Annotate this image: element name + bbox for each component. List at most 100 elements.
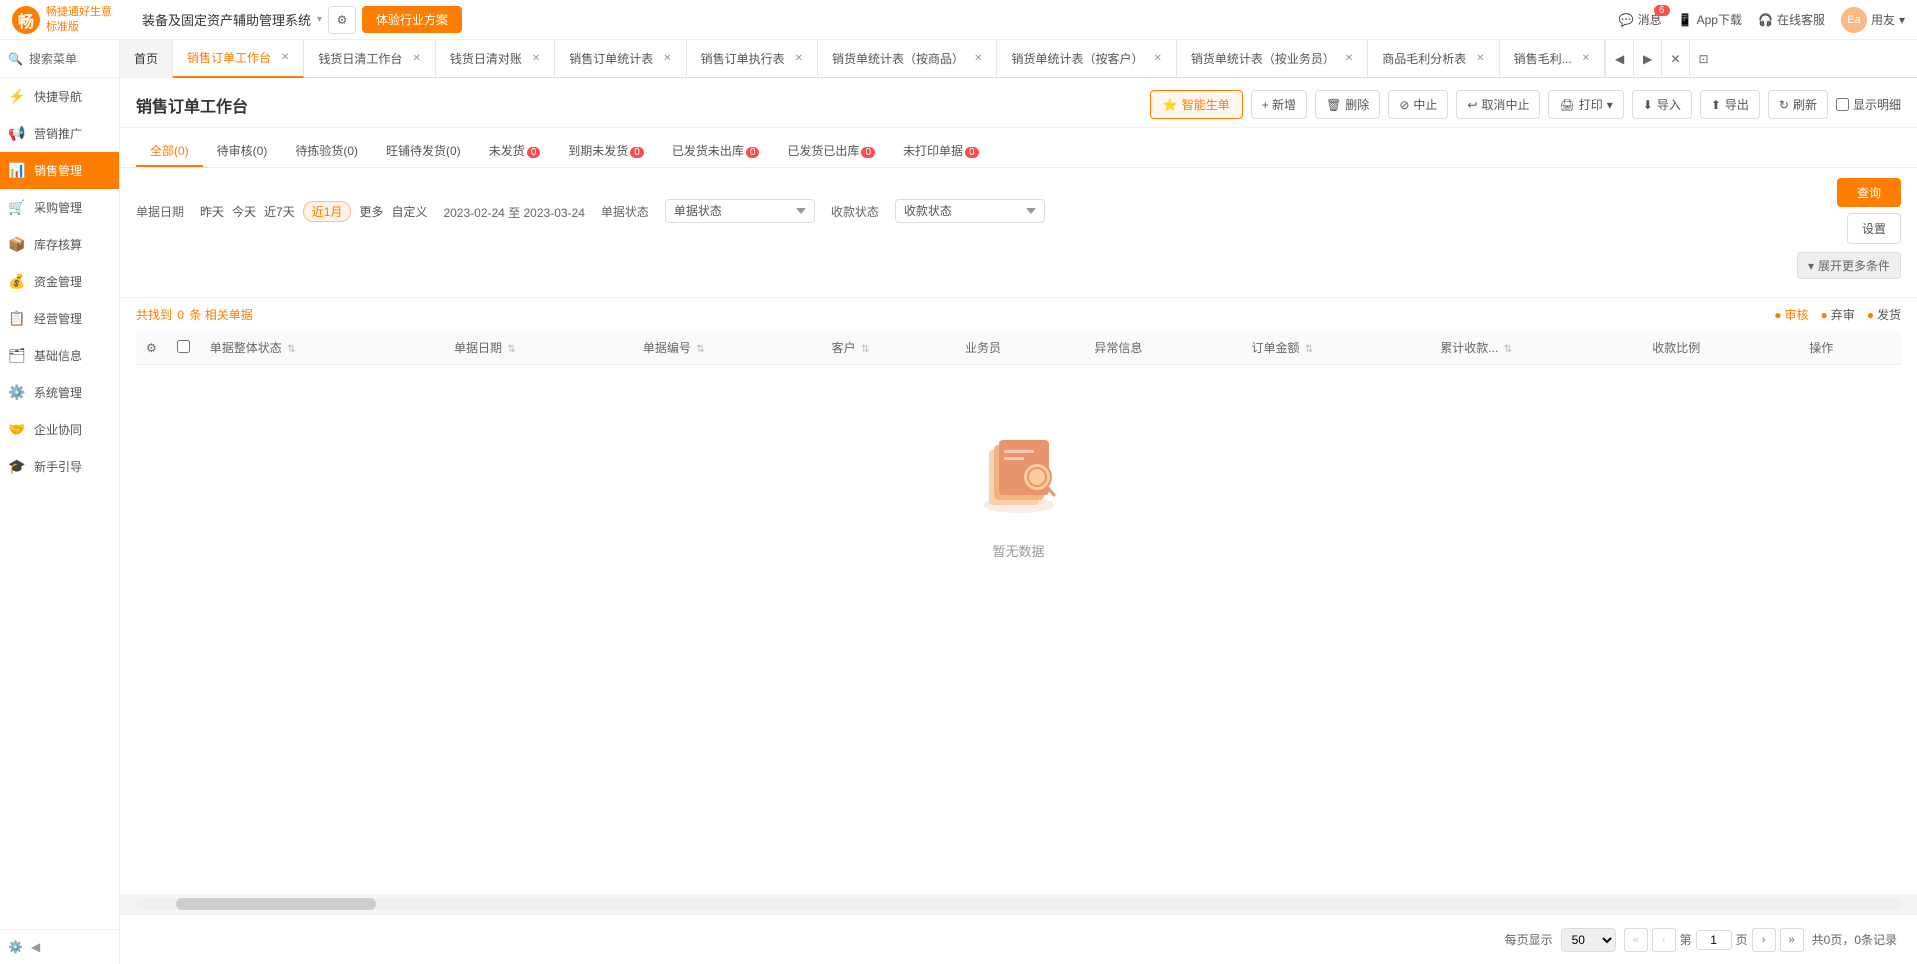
scroll-thumb[interactable] (176, 898, 376, 910)
sub-tab-pending-review[interactable]: 待审核(0) (203, 136, 282, 167)
tab-order-stats[interactable]: 销售订单统计表 ✕ (555, 40, 686, 78)
sort-amount-icon[interactable]: ⇅ (1305, 344, 1313, 355)
th-checkbox[interactable] (167, 331, 200, 365)
tab-order-exec[interactable]: 销售订单执行表 ✕ (687, 40, 818, 78)
first-page-button[interactable]: « (1624, 928, 1648, 952)
sort-status-icon[interactable]: ⇅ (287, 344, 295, 355)
cancel-audit-button[interactable]: ● 弃审 (1820, 306, 1854, 323)
user-item[interactable]: Ea 用友 ▾ (1841, 7, 1905, 33)
date-opt-7days[interactable]: 近7天 (264, 203, 295, 220)
refresh-button[interactable]: ↻ 刷新 (1768, 90, 1828, 119)
settings-icon[interactable]: ⚙ (328, 6, 356, 34)
delete-button[interactable]: 🗑 删除 (1315, 90, 1380, 119)
import-button[interactable]: ⬇ 导入 (1632, 90, 1692, 119)
new-button[interactable]: + 新增 (1251, 90, 1307, 119)
sidebar-item-guide[interactable]: 🎓 新手引导 (0, 448, 119, 485)
dropdown-arrow-icon[interactable]: ▾ (317, 14, 322, 25)
status-filter-select[interactable]: 单据状态 (665, 199, 815, 223)
sidebar-item-marketing[interactable]: 📢 营销推广 (0, 115, 119, 152)
sidebar-item-finance[interactable]: 💰 资金管理 (0, 263, 119, 300)
last-page-button[interactable]: » (1780, 928, 1804, 952)
tab-order-exec-close[interactable]: ✕ (795, 53, 803, 64)
show-detail-checkbox[interactable] (1836, 98, 1849, 111)
tab-sales-customer[interactable]: 销货单统计表（按客户） ✕ (997, 40, 1176, 78)
sidebar-item-sales[interactable]: 📊 销售管理 (0, 152, 119, 189)
app-download-item[interactable]: 📱 App下载 (1678, 11, 1742, 28)
sub-tab-pending-check[interactable]: 待拣验货(0) (281, 136, 372, 167)
audit-button[interactable]: ● 审核 (1774, 306, 1808, 323)
date-opt-today[interactable]: 今天 (232, 203, 256, 220)
expand-filter-button[interactable]: ▾ 展开更多条件 (1797, 252, 1901, 279)
date-opt-yesterday[interactable]: 昨天 (200, 203, 224, 220)
stop-button[interactable]: ⊘ 中止 (1388, 90, 1448, 119)
tab-home[interactable]: 首页 (120, 40, 173, 78)
sort-customer-icon[interactable]: ⇅ (861, 344, 869, 355)
tab-gross-margin[interactable]: 商品毛利分析表 ✕ (1368, 40, 1499, 78)
tab-daily-clear-close[interactable]: ✕ (412, 53, 420, 64)
tab-close-all-btn[interactable]: ✕ (1661, 40, 1689, 78)
sub-tab-all[interactable]: 全部(0) (136, 136, 203, 167)
horizontal-scrollbar[interactable] (136, 898, 1901, 910)
th-no-label: 单据编号 (643, 341, 691, 355)
tab-sales-staff[interactable]: 销货单统计表（按业务员） ✕ (1177, 40, 1368, 78)
sub-tab-not-shipped[interactable]: 未发货0 (475, 136, 555, 167)
smart-generate-button[interactable]: ⭐ 智能生单 (1150, 90, 1243, 119)
sidebar-item-quick-nav[interactable]: ⚡ 快捷导航 (0, 78, 119, 115)
sub-tab-overdue[interactable]: 到期未发货0 (554, 136, 658, 167)
sort-date-icon[interactable]: ⇅ (507, 344, 515, 355)
sidebar-item-enterprise[interactable]: 🤝 企业协同 (0, 411, 119, 448)
page-input[interactable] (1696, 930, 1732, 950)
tab-sales-workbench[interactable]: 销售订单工作台 ✕ (173, 40, 304, 78)
tab-sales-gross[interactable]: 销售毛利... ✕ (1500, 40, 1605, 78)
tab-prev-btn[interactable]: ◀ (1605, 40, 1633, 78)
sub-tab-not-printed[interactable]: 未打印单据0 (889, 136, 993, 167)
query-button[interactable]: 查询 (1837, 178, 1901, 207)
th-gear[interactable]: ⚙ (136, 331, 167, 365)
select-all-checkbox[interactable] (177, 340, 190, 353)
sidebar-item-purchase[interactable]: 🛒 采购管理 (0, 189, 119, 226)
online-service-item[interactable]: 🎧 在线客服 (1758, 11, 1825, 28)
sub-tab-shipped-out[interactable]: 已发货已出库0 (773, 136, 889, 167)
tab-expand-btn[interactable]: ⊡ (1689, 40, 1717, 78)
tab-next-btn[interactable]: ▶ (1633, 40, 1661, 78)
tab-sales-product[interactable]: 销货单统计表（按商品） ✕ (818, 40, 997, 78)
data-table: ⚙ 单据整体状态 ⇅ 单据日期 ⇅ (136, 331, 1901, 365)
deliver-button[interactable]: ● 发货 (1867, 306, 1901, 323)
tab-sales-staff-close[interactable]: ✕ (1345, 53, 1353, 64)
print-button[interactable]: 🖨 打印 ▾ (1548, 90, 1623, 119)
sort-no-icon[interactable]: ⇅ (696, 344, 704, 355)
date-opt-1month[interactable]: 近1月 (303, 201, 352, 222)
trial-button[interactable]: 体验行业方案 (362, 6, 462, 33)
tab-sales-product-close[interactable]: ✕ (974, 53, 982, 64)
page-size-select[interactable]: 50 10 20 100 (1561, 928, 1616, 952)
payment-filter-select[interactable]: 收款状态 (895, 199, 1045, 223)
date-opt-more[interactable]: 更多 (359, 203, 383, 220)
tab-daily-clear[interactable]: 钱货日清工作台 ✕ (304, 40, 435, 78)
set-button[interactable]: 设置 (1847, 213, 1901, 244)
sidebar-item-operations[interactable]: 📋 经营管理 (0, 300, 119, 337)
tab-sales-gross-close[interactable]: ✕ (1582, 53, 1590, 64)
cancel-stop-button[interactable]: ↩ 取消中止 (1456, 90, 1540, 119)
tab-order-stats-close[interactable]: ✕ (663, 53, 671, 64)
sidebar-search[interactable]: 🔍 搜索菜单 (0, 40, 119, 78)
tab-sales-customer-close[interactable]: ✕ (1153, 53, 1161, 64)
sidebar-item-system[interactable]: ⚙️ 系统管理 (0, 374, 119, 411)
message-item[interactable]: 💬 消息 6 (1619, 11, 1662, 28)
sidebar-item-inventory[interactable]: 📦 库存核算 (0, 226, 119, 263)
collapse-icon[interactable]: ◀ (31, 940, 40, 954)
sort-collected-icon[interactable]: ⇅ (1504, 344, 1512, 355)
tab-gross-margin-close[interactable]: ✕ (1476, 53, 1484, 64)
date-opt-custom[interactable]: 自定义 (391, 203, 427, 220)
sidebar-item-basic[interactable]: 🗂 基础信息 (0, 337, 119, 374)
show-detail-label[interactable]: 显示明细 (1836, 96, 1901, 113)
phone-icon: 📱 (1678, 13, 1693, 27)
export-button[interactable]: ⬆ 导出 (1700, 90, 1760, 119)
tab-sales-workbench-close[interactable]: ✕ (281, 52, 289, 63)
settings-footer-icon[interactable]: ⚙️ (8, 940, 23, 954)
tab-reconcile-close[interactable]: ✕ (532, 53, 540, 64)
sub-tab-wangpu[interactable]: 旺铺待发货(0) (372, 136, 475, 167)
sub-tab-shipped-not-out[interactable]: 已发货未出库0 (658, 136, 774, 167)
tab-reconcile[interactable]: 钱货日清对账 ✕ (436, 40, 555, 78)
prev-page-button[interactable]: ‹ (1652, 928, 1676, 952)
next-page-button[interactable]: › (1752, 928, 1776, 952)
